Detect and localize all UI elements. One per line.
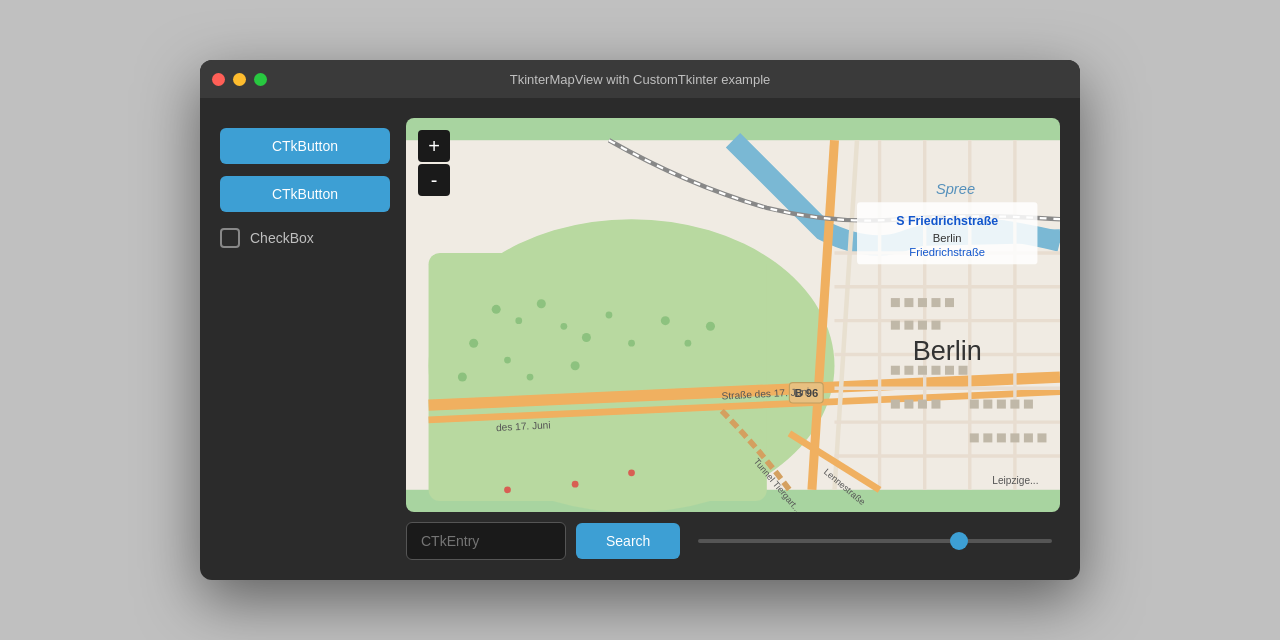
svg-rect-21 [891,298,900,307]
checkbox-label: CheckBox [250,230,314,246]
traffic-lights [212,73,267,86]
svg-point-73 [628,340,635,347]
svg-rect-30 [891,366,900,375]
svg-rect-29 [931,321,940,330]
svg-point-68 [582,333,591,342]
zoom-slider[interactable] [698,539,1052,543]
svg-point-72 [571,361,580,370]
svg-rect-26 [891,321,900,330]
svg-point-79 [628,469,635,476]
svg-text:Leipzige...: Leipzige... [992,475,1038,486]
zoom-out-button[interactable]: - [418,164,450,196]
titlebar: TkinterMapView with CustomTkinter exampl… [200,60,1080,98]
svg-rect-39 [931,400,940,409]
window-title: TkinterMapView with CustomTkinter exampl… [510,72,771,87]
svg-point-77 [504,486,511,493]
ctk-button-1[interactable]: CTkButton [220,128,390,164]
svg-rect-2 [429,253,767,501]
svg-rect-34 [945,366,954,375]
svg-rect-41 [983,400,992,409]
ctk-button-2[interactable]: CTkButton [220,176,390,212]
svg-point-65 [560,323,567,330]
close-button[interactable] [212,73,225,86]
svg-point-67 [504,357,511,364]
map-svg: B 96 [406,118,1060,512]
svg-point-76 [706,322,715,331]
svg-rect-28 [918,321,927,330]
svg-rect-49 [1024,433,1033,442]
svg-rect-31 [904,366,913,375]
zoom-in-button[interactable]: + [418,130,450,162]
svg-rect-47 [997,433,1006,442]
svg-rect-22 [904,298,913,307]
svg-point-64 [537,299,546,308]
svg-point-70 [458,373,467,382]
svg-rect-44 [1024,400,1033,409]
map-area: B 96 [406,118,1060,560]
svg-text:Berlin: Berlin [933,232,962,244]
map-container: B 96 [406,118,1060,512]
svg-rect-43 [1010,400,1019,409]
checkbox-input[interactable] [220,228,240,248]
svg-text:Spree: Spree [936,181,975,197]
svg-rect-40 [970,400,979,409]
svg-rect-33 [931,366,940,375]
svg-point-75 [685,340,692,347]
svg-point-74 [661,316,670,325]
bottom-bar: Search [406,522,1060,560]
slider-container [690,539,1060,543]
svg-rect-32 [918,366,927,375]
ctk-entry-input[interactable] [406,522,566,560]
app-window: TkinterMapView with CustomTkinter exampl… [200,60,1080,580]
svg-point-71 [527,374,534,381]
maximize-button[interactable] [254,73,267,86]
sidebar: CTkButton CTkButton CheckBox [220,118,390,560]
svg-rect-36 [891,400,900,409]
svg-point-63 [515,317,522,324]
svg-rect-50 [1037,433,1046,442]
svg-rect-25 [945,298,954,307]
svg-rect-27 [904,321,913,330]
svg-point-62 [492,305,501,314]
search-button[interactable]: Search [576,523,680,559]
svg-rect-38 [918,400,927,409]
svg-point-69 [606,312,613,319]
svg-rect-48 [1010,433,1019,442]
zoom-controls: + - [418,130,450,196]
svg-text:Friedrichstraße: Friedrichstraße [909,246,985,258]
svg-rect-45 [970,433,979,442]
minimize-button[interactable] [233,73,246,86]
checkbox-row[interactable]: CheckBox [220,224,390,252]
svg-text:Berlin: Berlin [913,336,982,366]
svg-rect-37 [904,400,913,409]
svg-rect-23 [918,298,927,307]
svg-text:S Friedrichstraße: S Friedrichstraße [896,214,998,228]
svg-rect-35 [959,366,968,375]
content-area: CTkButton CTkButton CheckBox [200,98,1080,580]
svg-point-78 [572,481,579,488]
svg-rect-46 [983,433,992,442]
svg-point-66 [469,339,478,348]
svg-rect-24 [931,298,940,307]
svg-rect-42 [997,400,1006,409]
